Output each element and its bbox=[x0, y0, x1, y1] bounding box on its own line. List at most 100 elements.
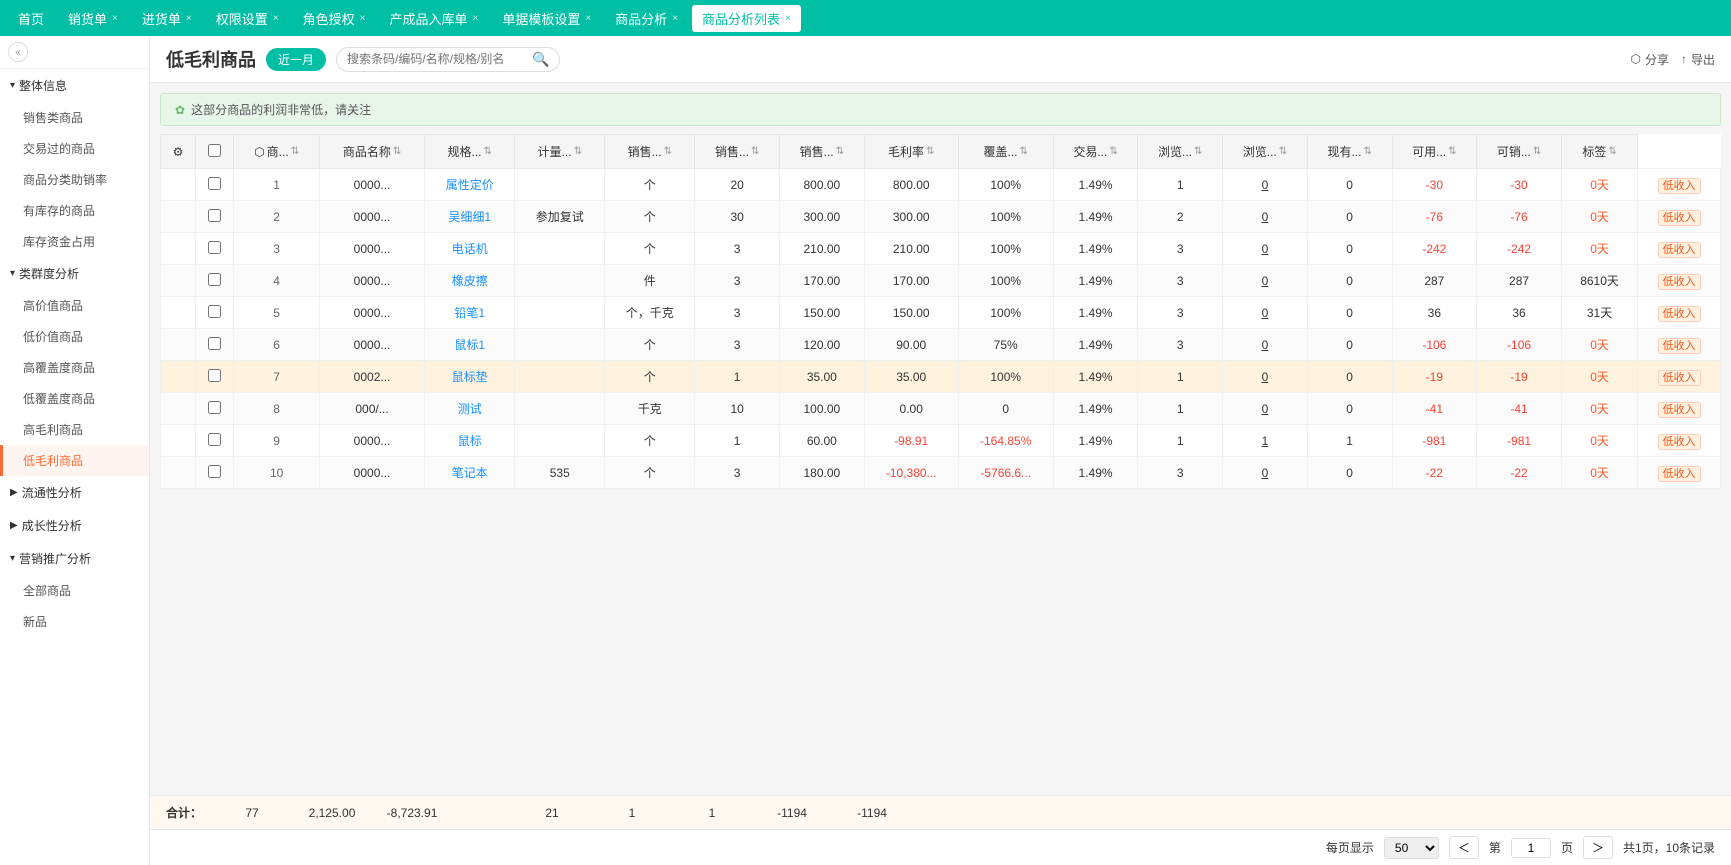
cell-views1[interactable]: 0 bbox=[1223, 233, 1308, 265]
sidebar-item-high-margin[interactable]: 高毛利商品 bbox=[0, 414, 149, 445]
filter-btn[interactable]: 近一月 bbox=[266, 48, 326, 71]
row-checkbox[interactable] bbox=[208, 177, 221, 190]
sidebar-group-growth[interactable]: ▶ 成长性分析 bbox=[0, 509, 149, 542]
sidebar-collapse-btn[interactable]: « bbox=[8, 42, 28, 62]
cell-views1[interactable]: 1 bbox=[1223, 425, 1308, 457]
sidebar-item-new-goods[interactable]: 新品 bbox=[0, 606, 149, 637]
sidebar-group-cluster[interactable]: ▾ 类群度分析 bbox=[0, 257, 149, 290]
cell-name[interactable]: 橡皮擦 bbox=[425, 265, 515, 297]
sidebar-item-traded-goods[interactable]: 交易过的商品 bbox=[0, 133, 149, 164]
sidebar-group-liquidity[interactable]: ▶ 流通性分析 bbox=[0, 476, 149, 509]
cell-name[interactable]: 鼠标 bbox=[425, 425, 515, 457]
sort-trade-icon[interactable]: ⇅ bbox=[1109, 146, 1117, 157]
cell-checkbox[interactable] bbox=[196, 265, 234, 297]
select-all-checkbox[interactable] bbox=[208, 144, 221, 157]
nav-home[interactable]: 首页 bbox=[8, 5, 54, 32]
sort-profit-icon[interactable]: ⇅ bbox=[836, 146, 844, 157]
sort-unit-icon[interactable]: ⇅ bbox=[574, 146, 582, 157]
nav-product-analysis-list[interactable]: 商品分析列表 × bbox=[692, 5, 801, 32]
cell-views1[interactable]: 0 bbox=[1223, 329, 1308, 361]
sidebar-item-low-value[interactable]: 低价值商品 bbox=[0, 321, 149, 352]
export-btn[interactable]: ↑ 导出 bbox=[1681, 51, 1715, 68]
close-product-analysis-icon[interactable]: × bbox=[672, 13, 678, 24]
sort-code-icon[interactable]: ⇅ bbox=[291, 146, 299, 157]
cell-checkbox[interactable] bbox=[196, 361, 234, 393]
sort-usable-icon[interactable]: ⇅ bbox=[1448, 146, 1456, 157]
row-checkbox[interactable] bbox=[208, 433, 221, 446]
nav-product-analysis[interactable]: 商品分析 × bbox=[605, 5, 688, 32]
cell-checkbox[interactable] bbox=[196, 169, 234, 201]
cell-views1[interactable]: 0 bbox=[1223, 169, 1308, 201]
sort-coverage-icon[interactable]: ⇅ bbox=[1020, 146, 1028, 157]
share-btn[interactable]: ⬡ 分享 bbox=[1630, 51, 1669, 68]
row-checkbox[interactable] bbox=[208, 337, 221, 350]
cell-views1[interactable]: 0 bbox=[1223, 393, 1308, 425]
page-input[interactable] bbox=[1511, 838, 1551, 858]
close-template-icon[interactable]: × bbox=[585, 13, 591, 24]
sidebar-group-overall[interactable]: ▾ 整体信息 bbox=[0, 69, 149, 102]
nav-sales[interactable]: 销货单 × bbox=[58, 5, 128, 32]
sort-salable-icon[interactable]: ⇅ bbox=[1533, 146, 1541, 157]
row-checkbox[interactable] bbox=[208, 305, 221, 318]
cell-name[interactable]: 测试 bbox=[425, 393, 515, 425]
sidebar-item-sales-goods[interactable]: 销售类商品 bbox=[0, 102, 149, 133]
row-checkbox[interactable] bbox=[208, 241, 221, 254]
sidebar-item-stocked-goods[interactable]: 有库存的商品 bbox=[0, 195, 149, 226]
row-checkbox[interactable] bbox=[208, 273, 221, 286]
row-checkbox[interactable] bbox=[208, 369, 221, 382]
sort-spec-icon[interactable]: ⇅ bbox=[484, 146, 492, 157]
nav-product-entry[interactable]: 产成品入库单 × bbox=[379, 5, 488, 32]
sidebar-item-high-coverage[interactable]: 高覆盖度商品 bbox=[0, 352, 149, 383]
sort-views2-icon[interactable]: ⇅ bbox=[1279, 146, 1287, 157]
nav-template[interactable]: 单据模板设置 × bbox=[492, 5, 601, 32]
cell-name[interactable]: 铅笔1 bbox=[425, 297, 515, 329]
cell-views1[interactable]: 0 bbox=[1223, 265, 1308, 297]
col-checkbox[interactable] bbox=[196, 135, 234, 169]
sort-tag-icon[interactable]: ⇅ bbox=[1608, 146, 1616, 157]
sidebar-item-inventory-capital[interactable]: 库存资金占用 bbox=[0, 226, 149, 257]
sort-current-icon[interactable]: ⇅ bbox=[1363, 146, 1371, 157]
nav-roles[interactable]: 角色授权 × bbox=[293, 5, 376, 32]
cell-checkbox[interactable] bbox=[196, 393, 234, 425]
sort-amount-icon[interactable]: ⇅ bbox=[751, 146, 759, 157]
cell-views1[interactable]: 0 bbox=[1223, 457, 1308, 489]
sidebar-item-low-coverage[interactable]: 低覆盖度商品 bbox=[0, 383, 149, 414]
cell-views1[interactable]: 0 bbox=[1223, 297, 1308, 329]
close-permissions-icon[interactable]: × bbox=[273, 13, 279, 24]
cell-checkbox[interactable] bbox=[196, 457, 234, 489]
cell-views1[interactable]: 0 bbox=[1223, 201, 1308, 233]
sort-name-icon[interactable]: ⇅ bbox=[393, 146, 401, 157]
nav-permissions[interactable]: 权限设置 × bbox=[206, 5, 289, 32]
close-roles-icon[interactable]: × bbox=[360, 13, 366, 24]
cell-checkbox[interactable] bbox=[196, 297, 234, 329]
row-checkbox[interactable] bbox=[208, 465, 221, 478]
close-purchase-icon[interactable]: × bbox=[186, 13, 192, 24]
cell-checkbox[interactable] bbox=[196, 329, 234, 361]
next-page-btn[interactable]: ＞ bbox=[1583, 836, 1613, 859]
sort-qty-icon[interactable]: ⇅ bbox=[664, 146, 672, 157]
row-checkbox[interactable] bbox=[208, 401, 221, 414]
nav-purchase[interactable]: 进货单 × bbox=[132, 5, 202, 32]
row-checkbox[interactable] bbox=[208, 209, 221, 222]
sort-margin-icon[interactable]: ⇅ bbox=[926, 146, 934, 157]
cell-name[interactable]: 电话机 bbox=[425, 233, 515, 265]
per-page-select[interactable]: 50 100 200 bbox=[1384, 837, 1439, 859]
cell-name[interactable]: 鼠标垫 bbox=[425, 361, 515, 393]
cell-views1[interactable]: 0 bbox=[1223, 361, 1308, 393]
cell-checkbox[interactable] bbox=[196, 233, 234, 265]
cell-checkbox[interactable] bbox=[196, 201, 234, 233]
close-product-entry-icon[interactable]: × bbox=[472, 13, 478, 24]
close-sales-icon[interactable]: × bbox=[112, 13, 118, 24]
sidebar-item-low-margin[interactable]: 低毛利商品 bbox=[0, 445, 149, 476]
sidebar-item-high-value[interactable]: 高价值商品 bbox=[0, 290, 149, 321]
sort-views1-icon[interactable]: ⇅ bbox=[1194, 146, 1202, 157]
cell-name[interactable]: 吴细细1 bbox=[425, 201, 515, 233]
sidebar-item-all-goods[interactable]: 全部商品 bbox=[0, 575, 149, 606]
close-product-analysis-list-icon[interactable]: × bbox=[785, 13, 791, 24]
cell-name[interactable]: 笔记本 bbox=[425, 457, 515, 489]
cell-name[interactable]: 鼠标1 bbox=[425, 329, 515, 361]
cell-checkbox[interactable] bbox=[196, 425, 234, 457]
sidebar-group-marketing[interactable]: ▾ 营销推广分析 bbox=[0, 542, 149, 575]
cell-name[interactable]: 属性定价 bbox=[425, 169, 515, 201]
col-settings[interactable]: ⚙ bbox=[161, 135, 196, 169]
